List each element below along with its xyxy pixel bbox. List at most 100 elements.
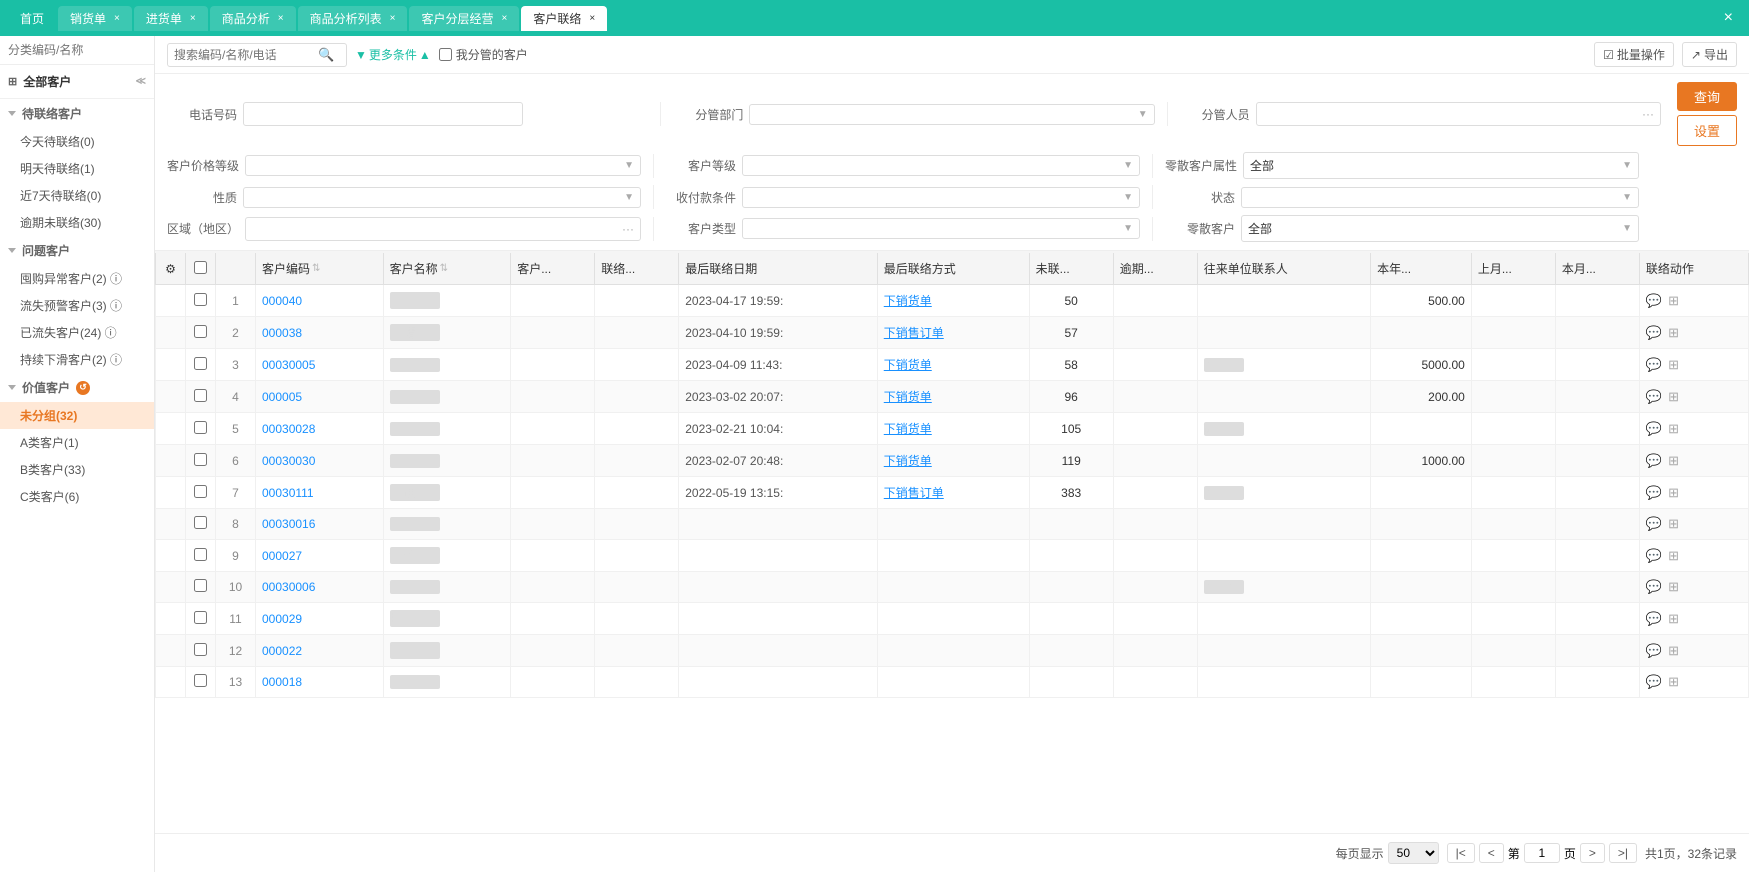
- message-icon[interactable]: 💬: [1646, 389, 1662, 405]
- sidebar-item-tomorrow[interactable]: 明天待联络(1): [0, 155, 154, 182]
- td-cb[interactable]: [186, 572, 216, 603]
- grid-action-icon[interactable]: ⊞: [1668, 389, 1679, 405]
- td-code[interactable]: 00030005: [256, 349, 384, 381]
- td-cb[interactable]: [186, 285, 216, 317]
- close-sales-icon[interactable]: ×: [114, 13, 120, 24]
- window-close-icon[interactable]: ×: [1716, 9, 1741, 27]
- tab-customer-tier[interactable]: 客户分层经营 ×: [409, 6, 519, 31]
- td-cb[interactable]: [186, 540, 216, 572]
- td-cb[interactable]: [186, 603, 216, 635]
- my-customers-filter[interactable]: 我分管的客户: [439, 46, 528, 63]
- phone-input[interactable]: [243, 102, 523, 126]
- td-cb[interactable]: [186, 349, 216, 381]
- td-code[interactable]: 000040: [256, 285, 384, 317]
- td-last-method[interactable]: [877, 572, 1029, 603]
- sidebar-item-type-b[interactable]: B类客户(33): [0, 456, 154, 483]
- row-checkbox[interactable]: [194, 453, 207, 466]
- td-code[interactable]: 000029: [256, 603, 384, 635]
- status-select[interactable]: ▼: [1241, 187, 1639, 208]
- td-code[interactable]: 00030016: [256, 509, 384, 540]
- td-code[interactable]: 00030111: [256, 477, 384, 509]
- page-size-select[interactable]: 50 100 200: [1388, 842, 1439, 864]
- grid-action-icon[interactable]: ⊞: [1668, 579, 1679, 595]
- message-icon[interactable]: 💬: [1646, 516, 1662, 532]
- sidebar-group-value[interactable]: 价值客户 ↺: [0, 373, 154, 402]
- price-grade-select[interactable]: ▼: [245, 155, 641, 176]
- message-icon[interactable]: 💬: [1646, 357, 1662, 373]
- tab-product-analysis[interactable]: 商品分析 ×: [210, 6, 296, 31]
- td-last-method[interactable]: 下销售订单: [877, 317, 1029, 349]
- message-icon[interactable]: 💬: [1646, 421, 1662, 437]
- message-icon[interactable]: 💬: [1646, 674, 1662, 690]
- td-last-method[interactable]: [877, 540, 1029, 572]
- message-icon[interactable]: 💬: [1646, 485, 1662, 501]
- td-last-method[interactable]: 下销售订单: [877, 477, 1029, 509]
- close-purchase-icon[interactable]: ×: [190, 13, 196, 24]
- th-settings[interactable]: ⚙: [156, 253, 186, 285]
- td-last-method[interactable]: 下销货单: [877, 445, 1029, 477]
- td-code[interactable]: 00030028: [256, 413, 384, 445]
- message-icon[interactable]: 💬: [1646, 293, 1662, 309]
- message-icon[interactable]: 💬: [1646, 579, 1662, 595]
- sidebar-item-type-a[interactable]: A类客户(1): [0, 429, 154, 456]
- td-code[interactable]: 000027: [256, 540, 384, 572]
- zero-sale-select[interactable]: 全部 ▼: [1241, 215, 1639, 242]
- grid-action-icon[interactable]: ⊞: [1668, 293, 1679, 309]
- collapse-icon[interactable]: ≪: [136, 76, 146, 87]
- payment-select[interactable]: ▼: [742, 187, 1140, 208]
- td-last-method[interactable]: [877, 667, 1029, 698]
- row-checkbox[interactable]: [194, 485, 207, 498]
- message-icon[interactable]: 💬: [1646, 643, 1662, 659]
- grid-action-icon[interactable]: ⊞: [1668, 453, 1679, 469]
- zero-sale-attr-select[interactable]: 全部 ▼: [1243, 152, 1639, 179]
- next-page-btn[interactable]: >: [1580, 843, 1605, 863]
- query-btn[interactable]: 查询: [1677, 82, 1737, 111]
- reset-btn[interactable]: 设置: [1677, 115, 1737, 146]
- grid-action-icon[interactable]: ⊞: [1668, 643, 1679, 659]
- td-code[interactable]: 000018: [256, 667, 384, 698]
- message-icon[interactable]: 💬: [1646, 548, 1662, 564]
- select-all-checkbox[interactable]: [194, 261, 207, 274]
- message-icon[interactable]: 💬: [1646, 453, 1662, 469]
- td-last-method[interactable]: 下销货单: [877, 413, 1029, 445]
- close-customer-tier-icon[interactable]: ×: [501, 13, 507, 24]
- region-select[interactable]: ···: [245, 217, 641, 241]
- td-cb[interactable]: [186, 381, 216, 413]
- td-code[interactable]: 00030030: [256, 445, 384, 477]
- search-icon[interactable]: 🔍: [318, 47, 334, 63]
- dept-select[interactable]: ▼: [749, 104, 1154, 125]
- customer-grade-select[interactable]: ▼: [742, 155, 1140, 176]
- prev-page-btn[interactable]: <: [1479, 843, 1504, 863]
- sidebar-item-hoarding[interactable]: 囤购异常客户(2) ⓘ: [0, 265, 154, 292]
- grid-action-icon[interactable]: ⊞: [1668, 548, 1679, 564]
- row-checkbox[interactable]: [194, 548, 207, 561]
- td-last-method[interactable]: [877, 635, 1029, 667]
- td-cb[interactable]: [186, 667, 216, 698]
- sidebar-item-today[interactable]: 今天待联络(0): [0, 128, 154, 155]
- grid-action-icon[interactable]: ⊞: [1668, 357, 1679, 373]
- page-number-input[interactable]: [1524, 843, 1560, 863]
- search-box[interactable]: 🔍: [167, 43, 347, 67]
- sidebar-item-7days[interactable]: 近7天待联络(0): [0, 182, 154, 209]
- grid-action-icon[interactable]: ⊞: [1668, 516, 1679, 532]
- td-last-method[interactable]: 下销货单: [877, 349, 1029, 381]
- row-checkbox[interactable]: [194, 389, 207, 402]
- sidebar-search-input[interactable]: [8, 43, 155, 57]
- row-checkbox[interactable]: [194, 516, 207, 529]
- close-product-list-icon[interactable]: ×: [390, 13, 396, 24]
- td-last-method[interactable]: [877, 603, 1029, 635]
- td-cb[interactable]: [186, 445, 216, 477]
- row-checkbox[interactable]: [194, 357, 207, 370]
- first-page-btn[interactable]: |<: [1447, 843, 1475, 863]
- row-checkbox[interactable]: [194, 579, 207, 592]
- td-cb[interactable]: [186, 509, 216, 540]
- sidebar-item-type-c[interactable]: C类客户(6): [0, 483, 154, 510]
- gender-select[interactable]: ▼: [243, 187, 641, 208]
- row-checkbox[interactable]: [194, 643, 207, 656]
- td-last-method[interactable]: 下销货单: [877, 285, 1029, 317]
- more-conditions-btn[interactable]: ▼ 更多条件 ▲: [355, 46, 431, 63]
- row-checkbox[interactable]: [194, 611, 207, 624]
- td-cb[interactable]: [186, 477, 216, 509]
- sidebar-item-ungroup[interactable]: 未分组(32): [0, 402, 154, 429]
- grid-action-icon[interactable]: ⊞: [1668, 611, 1679, 627]
